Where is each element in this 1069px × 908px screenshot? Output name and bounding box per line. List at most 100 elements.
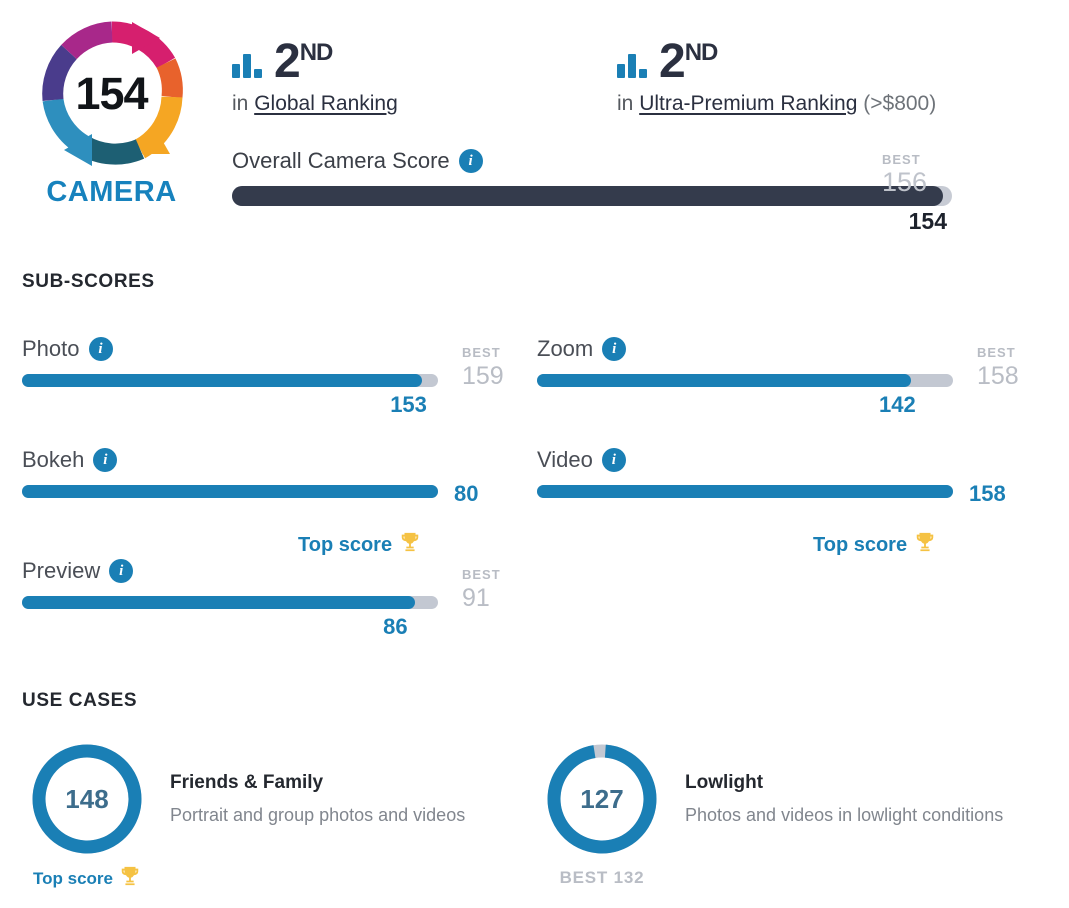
top-score-label: Top score xyxy=(813,533,908,556)
subscore-bar-area: BEST 158 142 xyxy=(537,345,1019,417)
ranking-global-position: 2ND xyxy=(274,34,333,88)
subscore-bokeh: Bokeh i 80 Top score xyxy=(22,447,537,558)
top-score-label: Top score xyxy=(33,868,113,888)
trophy-icon xyxy=(119,865,141,892)
subscore-best-block: BEST 158 xyxy=(977,345,1057,394)
usecase-score: 148 xyxy=(65,783,109,814)
overall-score-label: Overall Camera Score xyxy=(232,148,450,173)
trophy-icon xyxy=(399,531,421,559)
ranking-global-prefix: in xyxy=(232,92,255,115)
subscore-bar-area: 80 Top score xyxy=(22,481,478,556)
usecase-description: Portrait and group photos and videos xyxy=(170,805,466,825)
ranking-global-label: in Global Ranking xyxy=(232,92,617,116)
logo-caption: CAMERA xyxy=(46,176,177,208)
subscore-head: Zoom i xyxy=(537,336,1052,362)
info-icon[interactable]: i xyxy=(88,337,113,361)
top-score-label: Top score xyxy=(298,533,393,556)
subscore-zoom: Zoom i BEST 158 142 xyxy=(537,336,1052,447)
usecase-ring-wrap: 148 Top score xyxy=(22,742,152,892)
overall-camera-score: Overall Camera Score i BEST 156 154 xyxy=(232,148,1032,234)
bar-chart-icon xyxy=(617,54,647,84)
subscore-video: Video i 158 Top score xyxy=(537,447,1052,558)
subscores-heading: SUB-SCORES xyxy=(22,271,155,292)
subscore-row: Photo i BEST 159 153 Zoom i BEST 158 142 xyxy=(22,336,1052,447)
usecases-heading: USE CASES xyxy=(22,690,138,711)
subscore-name: Video xyxy=(537,447,593,472)
subscore-bar-track xyxy=(22,596,438,609)
ranking-ultra-premium-position: 2ND xyxy=(659,34,718,88)
subscore-row: Preview i BEST 91 86 xyxy=(22,558,1052,669)
usecase-ring-wrap: 127 BEST 132 xyxy=(537,742,667,892)
ranking-global-link[interactable]: Global Ranking xyxy=(254,92,398,115)
info-icon[interactable]: i xyxy=(109,559,134,583)
overall-best-value: 156 xyxy=(882,167,928,197)
subscore-head: Preview i xyxy=(22,558,537,584)
subscores-grid: Photo i BEST 159 153 Zoom i BEST 158 142 Bokeh i 80 T… xyxy=(22,336,1052,669)
usecase-title: Friends & Family xyxy=(170,772,324,793)
subscore-value: 142 xyxy=(878,392,916,417)
subscore-best-word: BEST xyxy=(977,345,1016,360)
subscore-best-value: 159 xyxy=(462,362,504,390)
subscore-bar-area: 158 Top score xyxy=(537,481,1006,556)
subscore-bar-track xyxy=(22,485,438,498)
subscore-value: 158 xyxy=(969,481,1006,506)
subscore-bar-track xyxy=(22,374,438,387)
subscore-best-word: BEST xyxy=(462,567,501,582)
score-ring-graphic: 154 xyxy=(36,18,188,170)
bar-chart-icon xyxy=(232,54,262,84)
subscore-best-value: 158 xyxy=(977,362,1019,390)
usecase-text: Friends & Family Portrait and group photo… xyxy=(152,742,465,892)
subscore-head: Photo i xyxy=(22,336,537,362)
info-icon[interactable]: i xyxy=(93,448,118,472)
usecase-score: 127 xyxy=(580,783,624,814)
overall-score-bar-track: BEST 156 154 xyxy=(232,152,952,234)
overall-best-block: BEST 156 xyxy=(882,152,952,198)
ranking-ultra-premium-note: (>$800) xyxy=(857,92,937,115)
overall-score-value: 154 xyxy=(908,208,947,234)
subscore-bar-fill xyxy=(537,485,953,498)
subscore-photo: Photo i BEST 159 153 xyxy=(22,336,537,447)
subscore-bar-fill xyxy=(22,485,438,498)
subscore-value: 153 xyxy=(390,392,427,417)
top-score-badge: Top score xyxy=(813,531,936,559)
ranking-ultra-premium-link[interactable]: Ultra-Premium Ranking xyxy=(639,92,857,115)
info-icon[interactable]: i xyxy=(602,337,627,361)
subscore-bar-track xyxy=(537,374,953,387)
ranking-ultra-premium[interactable]: 2ND in Ultra-Premium Ranking (>$800) xyxy=(617,26,936,116)
subscore-bar-fill xyxy=(22,596,416,609)
ranking-ultra-premium-label: in Ultra-Premium Ranking (>$800) xyxy=(617,92,936,116)
usecase-ring-graphic: 127 xyxy=(545,742,659,856)
subscore-head: Video i xyxy=(537,447,1052,473)
overall-best-word: BEST xyxy=(882,152,921,167)
subscore-name: Preview xyxy=(22,558,101,583)
usecase-best-label: BEST 132 xyxy=(559,868,645,887)
usecase-title: Lowlight xyxy=(685,772,764,793)
subscore-row: Bokeh i 80 Top score Video i 158 Top score xyxy=(22,447,1052,558)
info-icon[interactable]: i xyxy=(601,448,626,472)
usecase-lowlight: 127 BEST 132 Lowlight Photos and videos in … xyxy=(537,742,1052,892)
subscore-best-block: BEST 159 xyxy=(462,345,542,394)
subscore-best-block: BEST 91 xyxy=(462,567,542,616)
subscore-best-word: BEST xyxy=(462,345,501,360)
info-icon[interactable]: i xyxy=(458,149,483,173)
camera-score-logo: 154 CAMERA xyxy=(14,18,209,209)
subscore-value: 80 xyxy=(454,481,479,506)
usecases-row: 148 Top score Friends & Family Portrait and… xyxy=(22,742,1052,892)
subscore-bar-area: BEST 159 153 xyxy=(22,345,504,417)
overall-score-bar-fill xyxy=(232,186,943,206)
subscore-best-value: 91 xyxy=(462,584,490,612)
subscore-bar-fill xyxy=(22,374,423,387)
subscore-name: Zoom xyxy=(537,336,594,361)
usecase-description: Photos and videos in lowlight conditions xyxy=(685,805,1004,825)
camera-score-panel: 154 CAMERA 2ND in Global Ranking 2ND in … xyxy=(0,0,1069,908)
usecase-ring-graphic: 148 xyxy=(30,742,144,856)
subscore-name: Bokeh xyxy=(22,447,85,472)
subscore-preview: Preview i BEST 91 86 xyxy=(22,558,537,669)
logo-score-value: 154 xyxy=(75,68,148,119)
subscore-head: Bokeh i xyxy=(22,447,537,473)
usecase-friends-family: 148 Top score Friends & Family Portrait and… xyxy=(22,742,537,892)
ranking-global[interactable]: 2ND in Global Ranking xyxy=(232,26,617,116)
subscore-name: Photo xyxy=(22,336,80,361)
subscore-value: 86 xyxy=(383,614,408,639)
subscore-bar-area: BEST 91 86 xyxy=(22,567,500,639)
